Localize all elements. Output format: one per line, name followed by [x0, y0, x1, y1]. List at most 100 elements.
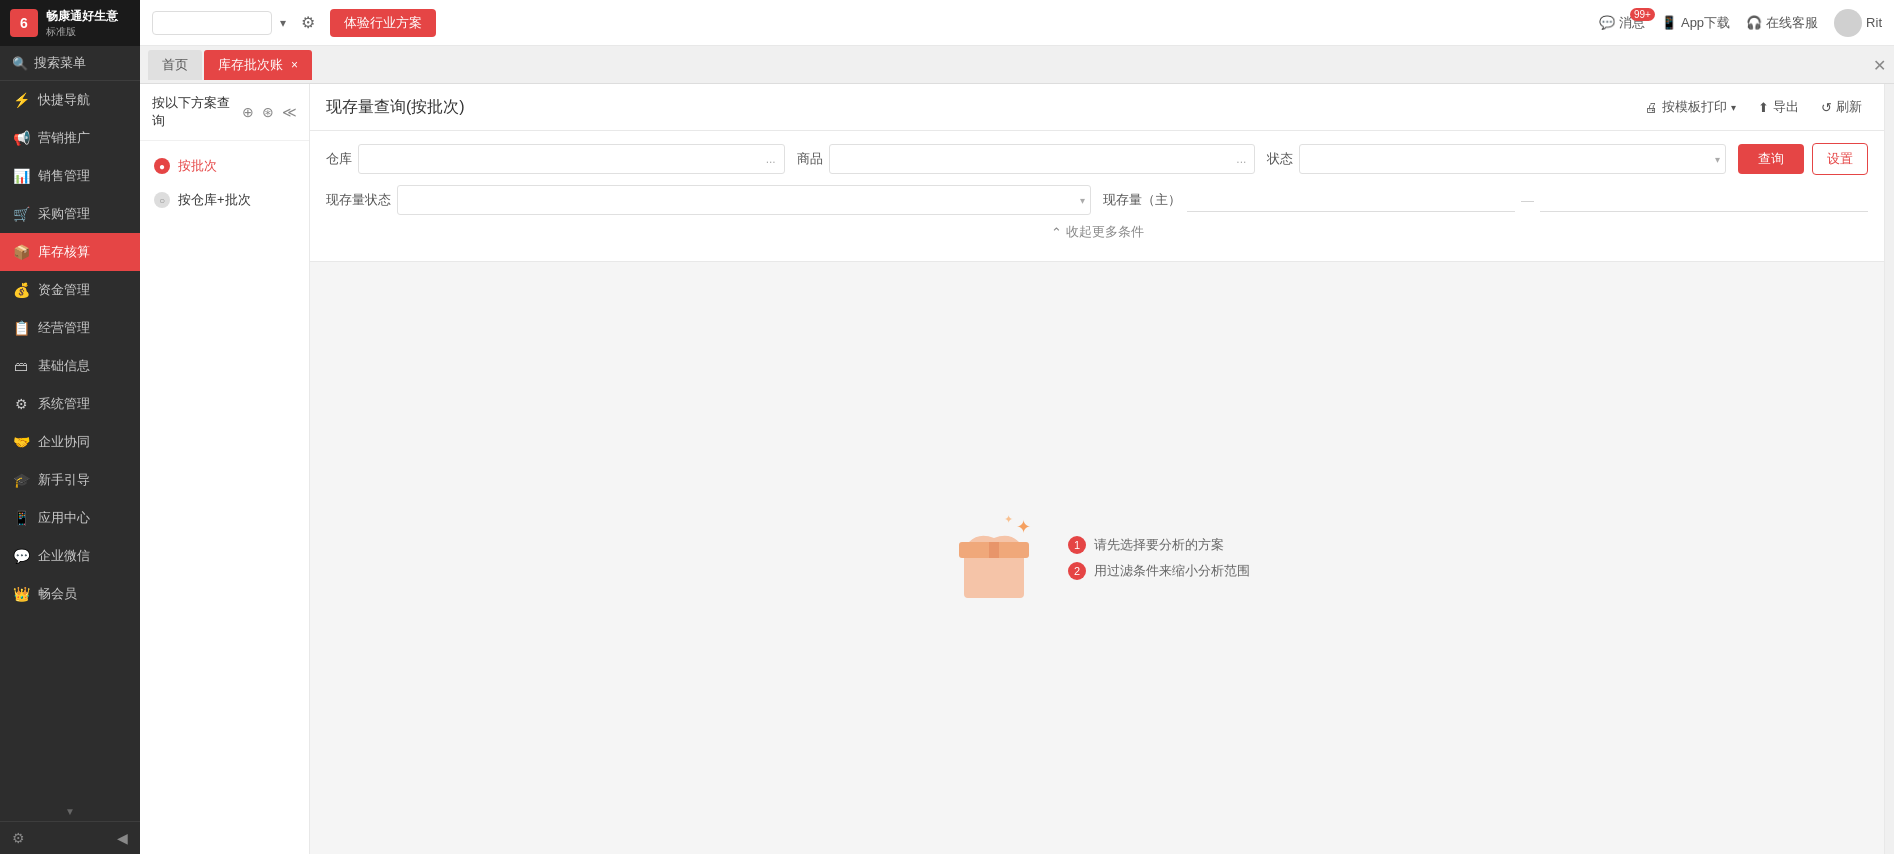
scheme-settings-icon[interactable]: ⊛: [262, 104, 274, 120]
refresh-btn[interactable]: ↺ 刷新: [1815, 94, 1868, 120]
app-download-label: App下载: [1681, 14, 1730, 32]
active-dot: ●: [154, 158, 170, 174]
sidebar-footer: ⚙ ◀: [0, 821, 140, 854]
warehouse-dots[interactable]: ...: [766, 152, 776, 166]
right-scrollbar[interactable]: [1884, 84, 1894, 854]
filter-status: 状态 ▾: [1267, 144, 1726, 174]
tab-home[interactable]: 首页: [148, 50, 202, 80]
sidebar-item-appstore[interactable]: 📱 应用中心: [0, 499, 140, 537]
newbie-icon: 🎓: [12, 471, 30, 489]
collapse-left-icon[interactable]: ≪: [282, 104, 297, 120]
product-dots[interactable]: ...: [1236, 152, 1246, 166]
message-btn[interactable]: 💬 消息 99+: [1599, 14, 1645, 32]
tab-close-btn[interactable]: ×: [291, 58, 298, 72]
sidebar-item-label: 新手引导: [38, 471, 90, 489]
step-1-num: 1: [1068, 536, 1086, 554]
app-download-btn[interactable]: 📱 App下载: [1661, 14, 1730, 32]
status-label: 状态: [1267, 150, 1293, 168]
vip-icon: 👑: [12, 585, 30, 603]
step-2-text: 用过滤条件来缩小分析范围: [1094, 562, 1250, 580]
topbar-search-input[interactable]: [152, 11, 272, 35]
sidebar-item-system[interactable]: ⚙ 系统管理: [0, 385, 140, 423]
filter-area: 仓库 ... 商品 ... 状态: [310, 131, 1884, 262]
stock-status-select[interactable]: 全部 有库存 无库存: [397, 185, 1091, 215]
scheme-item-by-batch[interactable]: ● 按批次: [140, 149, 309, 183]
sidebar: 6 畅康通好生意 标准版 🔍 搜索菜单 ⚡ 快捷导航 📢 营销推广 📊 销售管理…: [0, 0, 140, 854]
appstore-icon: 📱: [12, 509, 30, 527]
system-icon: ⚙: [12, 395, 30, 413]
status-select-wrapper: ▾: [1299, 144, 1726, 174]
collapse-filters-btn[interactable]: ⌃ 收起更多条件: [326, 215, 1868, 249]
product-input-box[interactable]: ...: [829, 144, 1256, 174]
topbar-dropdown-btn[interactable]: ▾: [280, 16, 286, 30]
brand-info: 畅康通好生意 标准版: [46, 8, 118, 39]
print-template-btn[interactable]: 🖨 按模板打印 ▾: [1639, 94, 1742, 120]
sidebar-item-label: 快捷导航: [38, 91, 90, 109]
add-scheme-icon[interactable]: ⊕: [242, 104, 254, 120]
filter-row-1: 仓库 ... 商品 ... 状态: [326, 143, 1868, 175]
sidebar-item-wechat[interactable]: 💬 企业微信: [0, 537, 140, 575]
main-area: ▾ ⚙ 体验行业方案 💬 消息 99+ 📱 App下载 🎧 在线客服 Rit: [140, 0, 1894, 854]
sidebar-item-enterprise[interactable]: 🤝 企业协同: [0, 423, 140, 461]
sidebar-item-vip[interactable]: 👑 畅会员: [0, 575, 140, 613]
sidebar-item-finance[interactable]: 💰 资金管理: [0, 271, 140, 309]
basic-icon: 🗃: [12, 357, 30, 375]
refresh-icon: ↺: [1821, 100, 1832, 115]
tab-inventory-batch-label: 库存批次账: [218, 56, 283, 74]
svg-text:✦: ✦: [1004, 513, 1013, 525]
sidebar-item-basic[interactable]: 🗃 基础信息: [0, 347, 140, 385]
warehouse-input-box[interactable]: ...: [358, 144, 785, 174]
svg-text:✦: ✦: [1016, 517, 1031, 537]
collapse-label: 收起更多条件: [1066, 223, 1144, 241]
operations-icon: 📋: [12, 319, 30, 337]
print-icon: 🖨: [1645, 100, 1658, 115]
page-header-actions: 🖨 按模板打印 ▾ ⬆ 导出 ↺ 刷新: [1639, 94, 1868, 120]
content-area: 按以下方案查询 ⊕ ⊛ ≪ ● 按批次 ○ 按仓库+批次: [140, 84, 1894, 854]
settings-icon[interactable]: ⚙: [12, 830, 25, 846]
settings-btn[interactable]: 设置: [1812, 143, 1868, 175]
left-panel-items: ● 按批次 ○ 按仓库+批次: [140, 141, 309, 225]
stock-status-label: 现存量状态: [326, 191, 391, 209]
sidebar-item-inventory[interactable]: 📦 库存核算: [0, 233, 140, 271]
scheme-item-by-warehouse-batch[interactable]: ○ 按仓库+批次: [140, 183, 309, 217]
topbar: ▾ ⚙ 体验行业方案 💬 消息 99+ 📱 App下载 🎧 在线客服 Rit: [140, 0, 1894, 46]
tabbar: 首页 库存批次账 × ✕: [140, 46, 1894, 84]
collapse-icon[interactable]: ◀: [117, 830, 128, 846]
message-badge: 99+: [1630, 8, 1655, 21]
sidebar-item-purchase[interactable]: 🛒 采购管理: [0, 195, 140, 233]
stock-qty-min-input[interactable]: [1187, 188, 1515, 212]
print-dropdown-icon: ▾: [1731, 102, 1736, 113]
download-icon: 📱: [1661, 15, 1677, 30]
app-logo: 6: [10, 9, 38, 37]
sidebar-scroll-down[interactable]: ▼: [0, 801, 140, 821]
sidebar-item-marketing[interactable]: 📢 营销推广: [0, 119, 140, 157]
experience-btn[interactable]: 体验行业方案: [330, 9, 436, 37]
sidebar-item-shortcut[interactable]: ⚡ 快捷导航: [0, 81, 140, 119]
search-menu[interactable]: 🔍 搜索菜单: [0, 46, 140, 81]
range-divider: —: [1521, 193, 1534, 208]
user-avatar: [1834, 9, 1862, 37]
scheme-label-by-warehouse-batch: 按仓库+批次: [178, 191, 251, 209]
svg-rect-2: [989, 542, 999, 558]
tabbar-close-all-btn[interactable]: ✕: [1873, 55, 1886, 74]
query-btn[interactable]: 查询: [1738, 144, 1804, 174]
export-icon: ⬆: [1758, 100, 1769, 115]
topbar-right: 💬 消息 99+ 📱 App下载 🎧 在线客服 Rit: [1599, 9, 1882, 37]
sidebar-item-label: 畅会员: [38, 585, 77, 603]
topbar-gear-btn[interactable]: ⚙: [294, 9, 322, 37]
left-panel: 按以下方案查询 ⊕ ⊛ ≪ ● 按批次 ○ 按仓库+批次: [140, 84, 310, 854]
sidebar-item-operations[interactable]: 📋 经营管理: [0, 309, 140, 347]
sidebar-item-newbie[interactable]: 🎓 新手引导: [0, 461, 140, 499]
user-area[interactable]: Rit: [1834, 9, 1882, 37]
stock-qty-max-input[interactable]: [1540, 188, 1868, 212]
sidebar-item-sales[interactable]: 📊 销售管理: [0, 157, 140, 195]
tab-inventory-batch[interactable]: 库存批次账 ×: [204, 50, 312, 80]
filter-warehouse: 仓库 ...: [326, 144, 785, 174]
finance-icon: 💰: [12, 281, 30, 299]
edition-label: 标准版: [46, 25, 118, 39]
status-select[interactable]: [1299, 144, 1726, 174]
company-name: 畅康通好生意: [46, 8, 118, 25]
export-btn[interactable]: ⬆ 导出: [1752, 94, 1805, 120]
online-service-btn[interactable]: 🎧 在线客服: [1746, 14, 1818, 32]
right-panel: 现存量查询(按批次) 🖨 按模板打印 ▾ ⬆ 导出 ↺ 刷新: [310, 84, 1884, 854]
